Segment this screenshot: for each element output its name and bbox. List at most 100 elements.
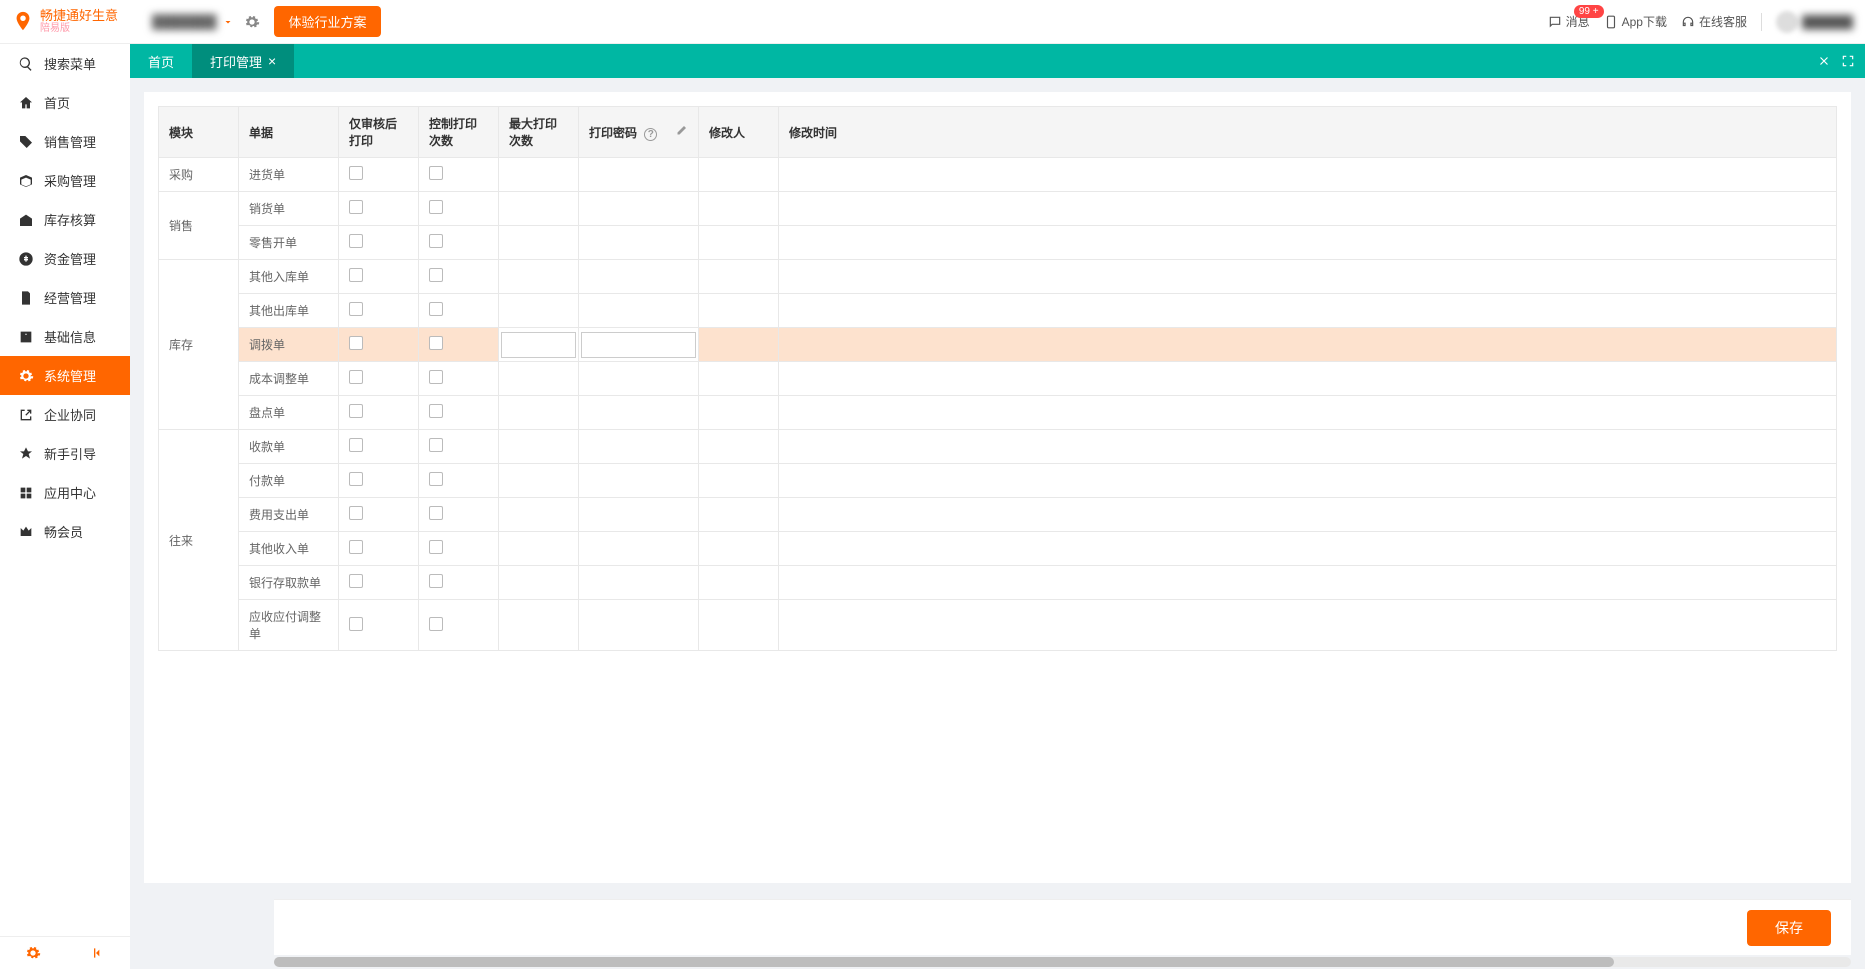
doc-cell: 成本调整单 — [239, 362, 339, 396]
checkbox[interactable] — [429, 472, 443, 486]
max-count-cell — [499, 600, 579, 651]
audited-cell — [339, 566, 419, 600]
checkbox[interactable] — [349, 166, 363, 180]
sidebar-item-3[interactable]: 采购管理 — [0, 161, 130, 200]
modifier-cell — [699, 226, 779, 260]
modifier-cell — [699, 396, 779, 430]
checkbox[interactable] — [349, 540, 363, 554]
control-cell — [419, 532, 499, 566]
user-menu[interactable]: ██████ — [1776, 11, 1853, 33]
checkbox[interactable] — [349, 200, 363, 214]
checkbox[interactable] — [429, 540, 443, 554]
doc-icon — [18, 290, 34, 306]
checkbox[interactable] — [349, 404, 363, 418]
content: 模块 单据 仅审核后打印 控制打印次数 最大打印次数 打印密码 ? 修改人 修改… — [130, 78, 1865, 969]
tab-1[interactable]: 打印管理× — [192, 44, 294, 78]
modified-at-cell — [779, 294, 1837, 328]
control-cell — [419, 226, 499, 260]
checkbox[interactable] — [349, 438, 363, 452]
org-selector[interactable]: ███████ — [152, 14, 234, 29]
checkbox[interactable] — [429, 404, 443, 418]
sidebar-item-label: 搜索菜单 — [44, 54, 96, 73]
doc-cell: 应收应付调整单 — [239, 600, 339, 651]
password-cell — [579, 396, 699, 430]
sidebar-item-0[interactable]: 搜索菜单 — [0, 44, 130, 83]
checkbox[interactable] — [349, 268, 363, 282]
checkbox[interactable] — [429, 617, 443, 631]
sidebar-item-7[interactable]: 基础信息 — [0, 317, 130, 356]
max-count-input[interactable] — [501, 332, 576, 358]
sidebar-item-label: 新手引导 — [44, 444, 96, 463]
doc-cell: 进货单 — [239, 158, 339, 192]
checkbox[interactable] — [429, 302, 443, 316]
message-icon — [1548, 15, 1562, 29]
headset-icon — [1681, 15, 1695, 29]
checkbox[interactable] — [349, 370, 363, 384]
app-download-button[interactable]: App下载 — [1604, 13, 1667, 30]
checkbox[interactable] — [349, 472, 363, 486]
online-service-button[interactable]: 在线客服 — [1681, 13, 1747, 30]
table-row: 费用支出单 — [159, 498, 1837, 532]
control-cell — [419, 328, 499, 362]
modifier-cell — [699, 260, 779, 294]
save-button[interactable]: 保存 — [1747, 910, 1831, 946]
promo-button[interactable]: 体验行业方案 — [274, 6, 380, 37]
checkbox[interactable] — [349, 302, 363, 316]
password-cell — [579, 566, 699, 600]
sidebar-item-12[interactable]: 畅会员 — [0, 512, 130, 551]
sidebar-item-2[interactable]: 销售管理 — [0, 122, 130, 161]
modifier-cell — [699, 464, 779, 498]
checkbox[interactable] — [349, 617, 363, 631]
col-audited: 仅审核后打印 — [339, 107, 419, 158]
modified-at-cell — [779, 396, 1837, 430]
checkbox[interactable] — [349, 574, 363, 588]
sidebar-item-11[interactable]: 应用中心 — [0, 473, 130, 512]
sidebar-item-8[interactable]: 系统管理 — [0, 356, 130, 395]
checkbox[interactable] — [429, 506, 443, 520]
password-input[interactable] — [581, 332, 696, 358]
close-all-tabs-icon[interactable] — [1817, 54, 1831, 68]
app-download-label: App下载 — [1622, 13, 1667, 30]
table-row: 盘点单 — [159, 396, 1837, 430]
sidebar-item-6[interactable]: 经营管理 — [0, 278, 130, 317]
audited-cell — [339, 600, 419, 651]
col-doc: 单据 — [239, 107, 339, 158]
checkbox[interactable] — [349, 234, 363, 248]
sidebar-item-4[interactable]: 库存核算 — [0, 200, 130, 239]
sidebar-item-1[interactable]: 首页 — [0, 83, 130, 122]
sidebar-item-10[interactable]: 新手引导 — [0, 434, 130, 473]
sidebar-item-label: 采购管理 — [44, 171, 96, 190]
scrollbar-thumb[interactable] — [274, 957, 1614, 967]
collapse-icon[interactable] — [90, 945, 106, 961]
control-cell — [419, 600, 499, 651]
checkbox[interactable] — [429, 370, 443, 384]
checkbox[interactable] — [429, 200, 443, 214]
password-cell — [579, 294, 699, 328]
doc-cell: 付款单 — [239, 464, 339, 498]
edit-icon[interactable] — [676, 124, 688, 136]
checkbox[interactable] — [349, 506, 363, 520]
messages-badge: 99 + — [1574, 5, 1604, 18]
settings-icon[interactable] — [244, 14, 260, 30]
checkbox[interactable] — [429, 438, 443, 452]
sidebar-item-5[interactable]: 资金管理 — [0, 239, 130, 278]
control-cell — [419, 498, 499, 532]
sidebar-item-9[interactable]: 企业协同 — [0, 395, 130, 434]
tab-0[interactable]: 首页 — [130, 44, 192, 78]
checkbox[interactable] — [429, 336, 443, 350]
audited-cell — [339, 498, 419, 532]
sidebar-item-label: 首页 — [44, 93, 70, 112]
help-icon[interactable]: ? — [644, 128, 657, 141]
settings-footer-icon[interactable] — [25, 945, 41, 961]
messages-button[interactable]: 消息 99 + — [1548, 13, 1590, 30]
table-row: 往来收款单 — [159, 430, 1837, 464]
fullscreen-icon[interactable] — [1841, 54, 1855, 68]
close-icon[interactable]: × — [268, 53, 276, 69]
checkbox[interactable] — [349, 336, 363, 350]
checkbox[interactable] — [429, 268, 443, 282]
horizontal-scrollbar[interactable] — [274, 957, 1851, 967]
checkbox[interactable] — [429, 234, 443, 248]
checkbox[interactable] — [429, 166, 443, 180]
checkbox[interactable] — [429, 574, 443, 588]
doc-cell: 银行存取款单 — [239, 566, 339, 600]
